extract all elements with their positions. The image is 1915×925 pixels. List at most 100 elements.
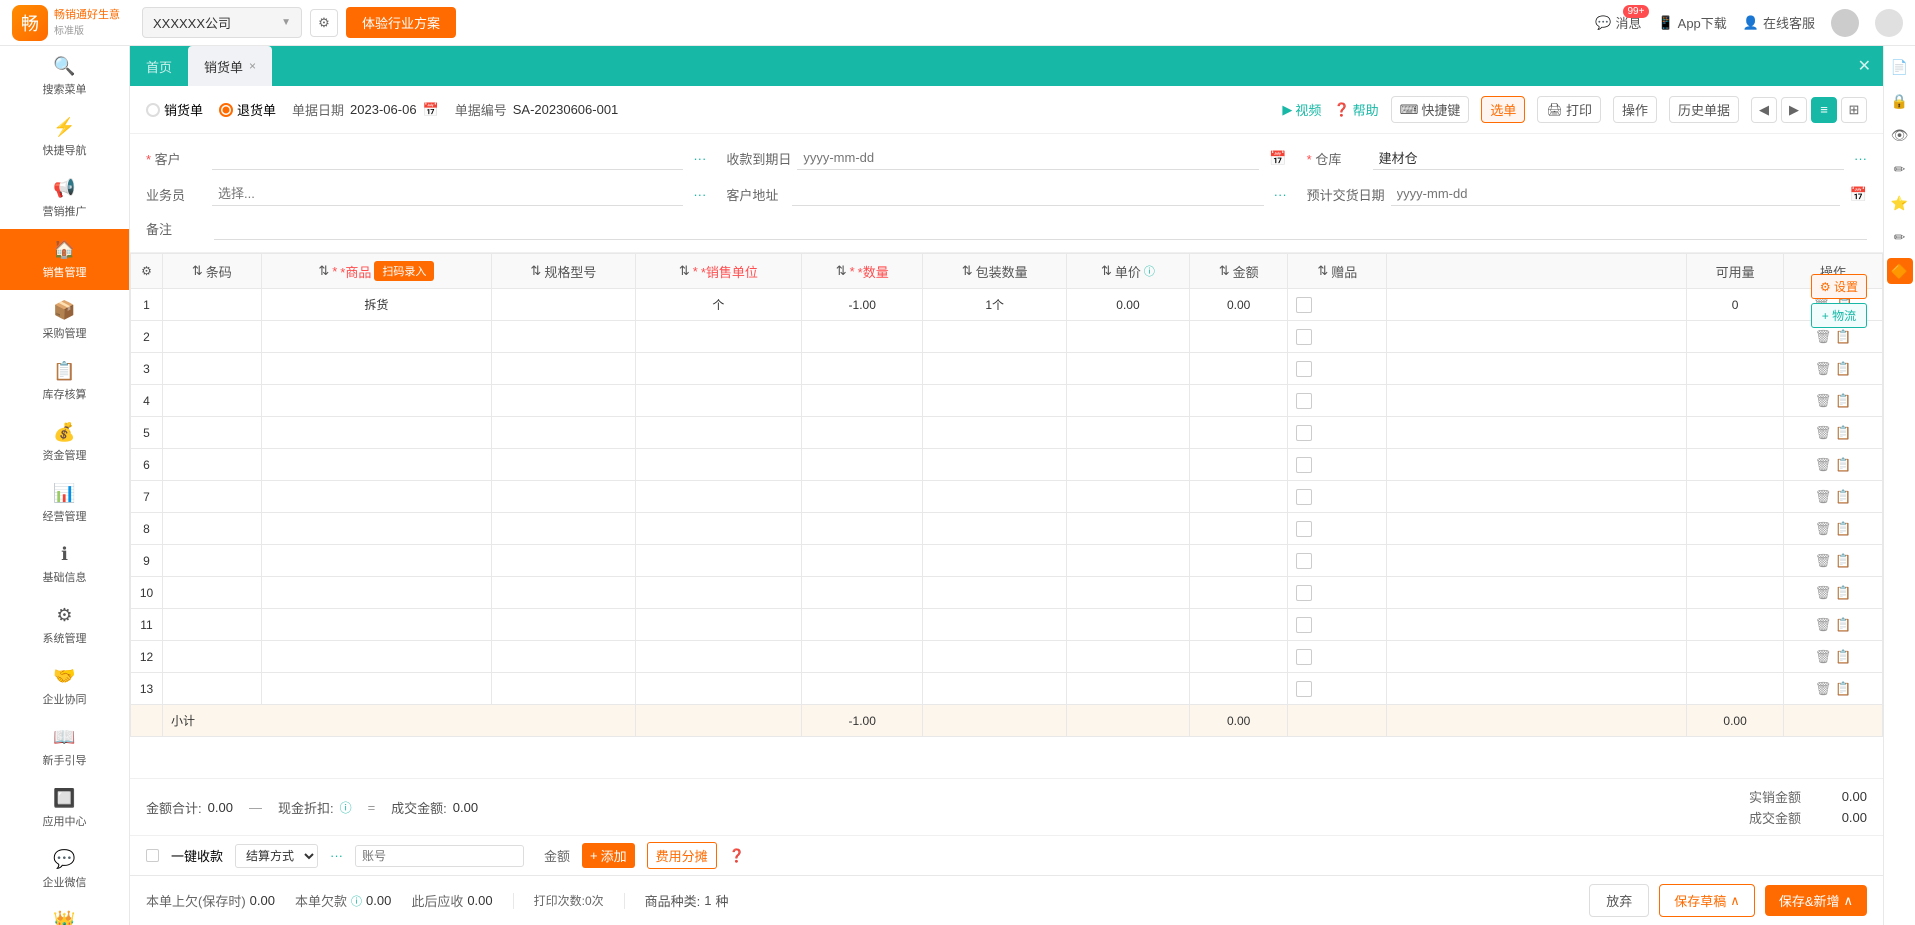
copy-icon[interactable]: 📋 xyxy=(1835,489,1851,504)
next-button[interactable]: ▶ xyxy=(1781,97,1807,123)
cell-unit[interactable] xyxy=(635,321,801,353)
cell-pack-qty[interactable]: 1个 xyxy=(923,289,1067,321)
operation-button[interactable]: 操作 xyxy=(1613,96,1657,123)
cell-amount[interactable]: 0.00 xyxy=(1189,289,1288,321)
delivery-date-input[interactable] xyxy=(1391,182,1840,206)
right-icon-1[interactable]: 📄 xyxy=(1887,54,1913,80)
copy-icon[interactable]: 📋 xyxy=(1835,329,1851,344)
delete-icon[interactable]: 🗑 xyxy=(1815,553,1832,568)
copy-icon[interactable]: 📋 xyxy=(1835,617,1851,632)
tab-home[interactable]: 首页 xyxy=(130,46,188,86)
right-icon-3[interactable]: 👁 xyxy=(1887,122,1913,148)
th-product-sort[interactable]: ⇅ xyxy=(318,263,329,279)
sidebar-item-collab[interactable]: 🤝 企业协同 xyxy=(0,656,129,717)
sidebar-item-system[interactable]: ⚙ 系统管理 xyxy=(0,595,129,656)
sidebar-item-search[interactable]: 🔍 搜索菜单 xyxy=(0,46,129,107)
shortcut-button[interactable]: ⌨ 快捷键 xyxy=(1391,96,1470,123)
sidebar-item-guide[interactable]: 📖 新手引导 xyxy=(0,717,129,778)
delete-icon[interactable]: 🗑 xyxy=(1815,617,1832,632)
gift-checkbox[interactable] xyxy=(1296,457,1312,473)
gift-checkbox[interactable] xyxy=(1296,329,1312,345)
copy-icon[interactable]: 📋 xyxy=(1835,649,1851,664)
payment-help-icon[interactable]: ❓ xyxy=(729,848,745,864)
th-qty-sort[interactable]: ⇅ xyxy=(836,263,847,279)
delete-icon[interactable]: 🗑 xyxy=(1815,425,1832,440)
company-selector[interactable]: XXXXXX公司 ▼ xyxy=(142,7,302,38)
print-button[interactable]: 🖨 打印 xyxy=(1537,96,1601,123)
list-view-button[interactable]: ≡ xyxy=(1811,97,1837,123)
message-button[interactable]: 💬 消息 99+ xyxy=(1595,13,1641,32)
warehouse-dots-icon[interactable]: ··· xyxy=(1854,151,1867,166)
gift-checkbox[interactable] xyxy=(1296,393,1312,409)
add-payment-button[interactable]: + 添加 xyxy=(582,843,635,868)
gift-checkbox[interactable] xyxy=(1296,425,1312,441)
trial-button[interactable]: 体验行业方案 xyxy=(346,7,456,38)
gift-checkbox[interactable] xyxy=(1296,585,1312,601)
sidebar-item-wechat[interactable]: 💬 企业微信 xyxy=(0,839,129,900)
gift-checkbox[interactable] xyxy=(1296,681,1312,697)
th-price-sort[interactable]: ⇅ xyxy=(1101,263,1112,279)
save-new-button[interactable]: 保存&新增 ∧ xyxy=(1765,885,1867,916)
delete-icon[interactable]: 🗑 xyxy=(1815,329,1832,344)
th-amount-sort[interactable]: ⇅ xyxy=(1219,263,1230,279)
payment-calendar-icon[interactable]: 📅 xyxy=(1269,150,1286,167)
gift-checkbox[interactable] xyxy=(1296,521,1312,537)
salesperson-dots-icon[interactable]: ··· xyxy=(693,187,706,202)
copy-icon[interactable]: 📋 xyxy=(1835,457,1851,472)
tab-close-all[interactable]: ✕ xyxy=(1858,56,1883,76)
gift-checkbox[interactable] xyxy=(1296,617,1312,633)
select-order-button[interactable]: 选单 xyxy=(1481,96,1525,123)
grid-view-button[interactable]: ⊞ xyxy=(1841,97,1867,123)
sidebar-item-quicknav[interactable]: ⚡ 快捷导航 xyxy=(0,107,129,168)
settlement-dots[interactable]: ··· xyxy=(330,848,343,863)
cell-gift[interactable] xyxy=(1288,321,1387,353)
delete-icon[interactable]: 🗑 xyxy=(1815,457,1832,472)
tab-close-icon[interactable]: × xyxy=(249,59,256,73)
delete-icon[interactable]: 🗑 xyxy=(1815,489,1832,504)
copy-icon[interactable]: 📋 xyxy=(1835,553,1851,568)
copy-icon[interactable]: 📋 xyxy=(1835,361,1851,376)
sidebar-item-inventory[interactable]: 📋 库存核算 xyxy=(0,351,129,412)
th-settings[interactable]: ⚙ xyxy=(131,254,163,289)
cell-unit[interactable]: 个 xyxy=(635,289,801,321)
copy-icon[interactable]: 📋 xyxy=(1835,521,1851,536)
copy-icon[interactable]: 📋 xyxy=(1835,393,1851,408)
delete-icon[interactable]: 🗑 xyxy=(1815,681,1832,696)
one-click-checkbox[interactable] xyxy=(146,849,159,862)
cell-product[interactable]: 拆货 xyxy=(261,289,491,321)
copy-icon[interactable]: 📋 xyxy=(1835,681,1851,696)
gift-checkbox[interactable] xyxy=(1296,553,1312,569)
delete-icon[interactable]: 🗑 xyxy=(1815,393,1832,408)
right-icon-orange[interactable]: 🔶 xyxy=(1887,258,1913,284)
cell-quantity[interactable]: -1.00 xyxy=(802,289,923,321)
sidebar-item-marketing[interactable]: 📢 营销推广 xyxy=(0,168,129,229)
th-spec-sort[interactable]: ⇅ xyxy=(530,263,541,279)
price-info-icon[interactable]: ⓘ xyxy=(1144,263,1155,279)
account-input[interactable] xyxy=(355,845,524,867)
right-icon-5[interactable]: ⭐ xyxy=(1887,190,1913,216)
cell-quantity[interactable] xyxy=(802,321,923,353)
cell-barcode[interactable] xyxy=(163,289,262,321)
video-link[interactable]: ▶ 视频 xyxy=(1282,100,1321,119)
notes-input[interactable] xyxy=(214,216,1867,240)
copy-icon[interactable]: 📋 xyxy=(1835,585,1851,600)
customer-input[interactable] xyxy=(212,146,683,170)
sidebar-item-apps[interactable]: 🔲 应用中心 xyxy=(0,778,129,839)
gift-checkbox[interactable] xyxy=(1296,649,1312,665)
cell-unit-price[interactable]: 0.00 xyxy=(1067,289,1190,321)
delete-icon[interactable]: 🗑 xyxy=(1815,585,1832,600)
cell-pack-qty[interactable] xyxy=(923,321,1067,353)
gift-checkbox[interactable] xyxy=(1296,489,1312,505)
cell-gift[interactable] xyxy=(1288,289,1387,321)
right-icon-4[interactable]: ✏ xyxy=(1887,156,1913,182)
setting-button[interactable]: ⚙ 设置 xyxy=(1811,274,1867,299)
payment-due-input[interactable] xyxy=(797,146,1259,170)
delete-icon[interactable]: 🗑 xyxy=(1815,649,1832,664)
tab-sales-order[interactable]: 销货单 × xyxy=(188,46,272,86)
customer-address-input[interactable] xyxy=(792,182,1263,206)
radio-return-order[interactable]: 退货单 xyxy=(219,100,276,119)
save-draft-button[interactable]: 保存草稿 ∧ xyxy=(1659,884,1755,917)
scan-button[interactable]: 扫码录入 xyxy=(374,261,434,281)
copy-icon[interactable]: 📋 xyxy=(1835,425,1851,440)
delivery-calendar-icon[interactable]: 📅 xyxy=(1850,186,1867,203)
